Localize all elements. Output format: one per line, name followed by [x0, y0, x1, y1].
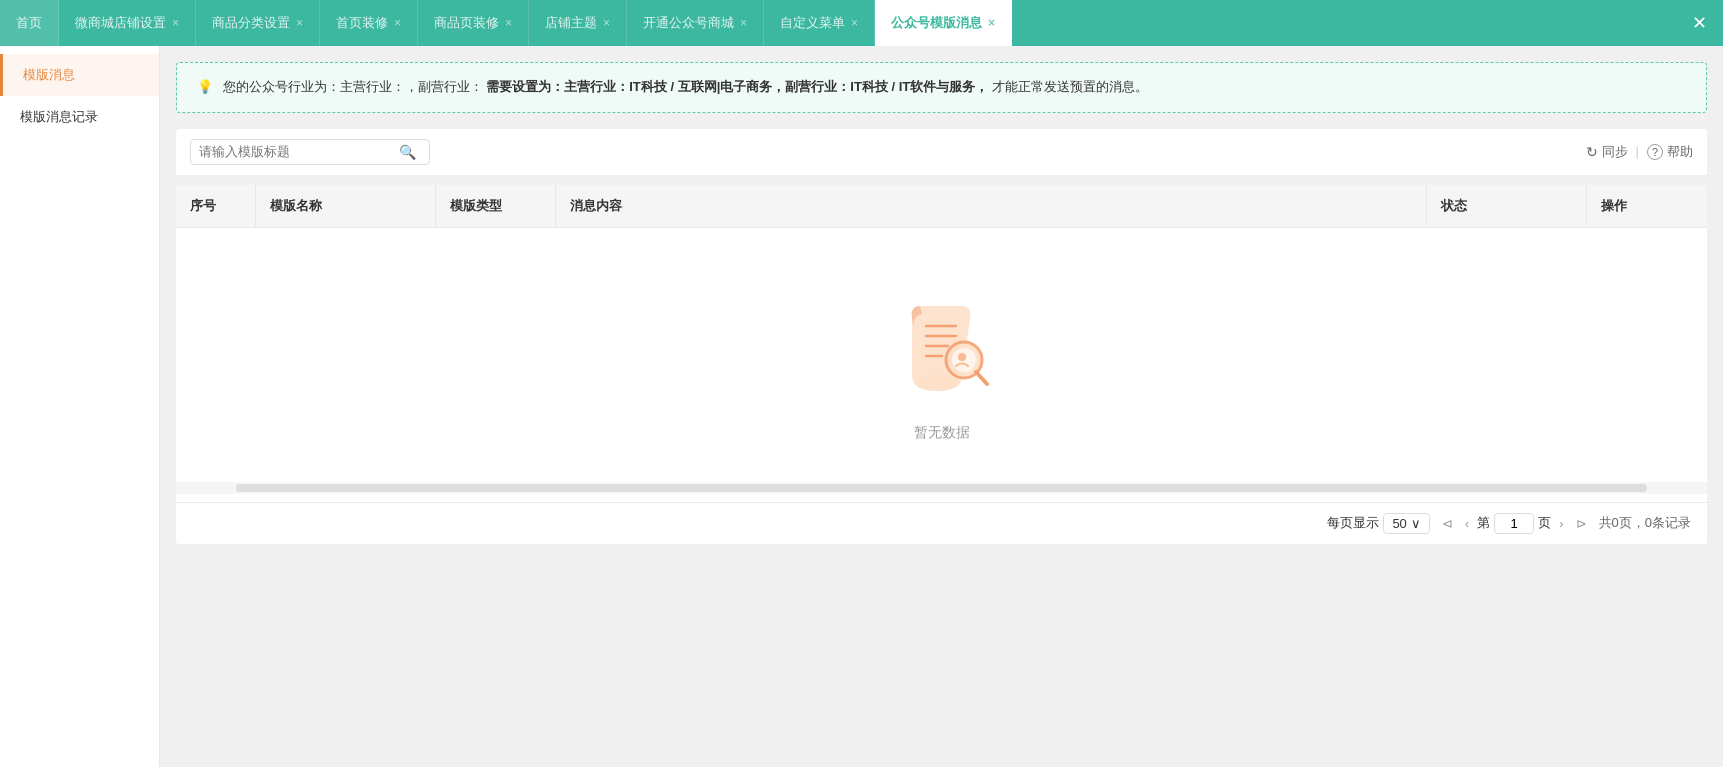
page-next-btn[interactable]: ›: [1555, 514, 1567, 533]
page-unit: 页: [1538, 514, 1551, 532]
close-all-tabs[interactable]: ✕: [1676, 0, 1723, 46]
col-type: 模版类型: [436, 185, 556, 227]
empty-state: 暂无数据: [176, 228, 1707, 482]
close-tab-template-msg[interactable]: ×: [988, 16, 995, 30]
empty-illustration: [882, 288, 1002, 408]
pagination: 每页显示 50 ∨ ⊲ ‹ 第 页 › ⊳ 共0页，0条记录: [176, 502, 1707, 544]
col-index: 序号: [176, 185, 256, 227]
tab-homepage[interactable]: 首页装修 ×: [320, 0, 418, 46]
scrollbar-area[interactable]: [176, 482, 1707, 494]
tab-custom-menu[interactable]: 自定义菜单 ×: [764, 0, 875, 46]
page-label: 第: [1477, 514, 1490, 532]
page-size-value: 50: [1392, 516, 1406, 531]
tab-bar: 首页 微商城店铺设置 × 商品分类设置 × 首页装修 × 商品页装修 × 店铺主…: [0, 0, 1723, 46]
page-prev-btn[interactable]: ‹: [1461, 514, 1473, 533]
search-input[interactable]: [199, 144, 399, 159]
table-header: 序号 模版名称 模版类型 消息内容 状态 操作: [176, 185, 1707, 228]
close-tab-wechat-mall[interactable]: ×: [740, 16, 747, 30]
close-tab-category[interactable]: ×: [296, 16, 303, 30]
content-area: 💡 您的公众号行业为：主营行业：，副营行业： 需要设置为：主营行业：IT科技 /…: [160, 46, 1723, 767]
scrollbar-track[interactable]: [236, 484, 1647, 492]
search-icon[interactable]: 🔍: [399, 144, 416, 160]
col-action: 操作: [1587, 185, 1707, 227]
svg-line-7: [976, 372, 987, 384]
page-last-btn[interactable]: ⊳: [1572, 514, 1591, 533]
col-status: 状态: [1427, 185, 1587, 227]
page-size-box[interactable]: 50 ∨: [1383, 513, 1429, 534]
sidebar-item-template-msg[interactable]: 模版消息: [0, 54, 159, 96]
tab-home[interactable]: 首页: [0, 0, 59, 46]
toolbar-divider: |: [1636, 144, 1639, 159]
notice-suffix: 才能正常发送预置的消息。: [992, 79, 1148, 94]
col-content: 消息内容: [556, 185, 1427, 227]
page-size-label: 每页显示: [1327, 514, 1379, 532]
page-input[interactable]: [1494, 513, 1534, 534]
page-size-select: 每页显示 50 ∨: [1327, 513, 1429, 534]
help-icon: ?: [1647, 144, 1663, 160]
tab-category[interactable]: 商品分类设置 ×: [196, 0, 320, 46]
notice-banner: 💡 您的公众号行业为：主营行业：，副营行业： 需要设置为：主营行业：IT科技 /…: [176, 62, 1707, 113]
page-size-chevron: ∨: [1411, 516, 1421, 531]
empty-text: 暂无数据: [914, 424, 970, 442]
sidebar-item-template-record[interactable]: 模版消息记录: [0, 96, 159, 138]
toolbar-right: ↻ 同步 | ? 帮助: [1586, 143, 1693, 161]
toolbar: 🔍 ↻ 同步 | ? 帮助: [176, 129, 1707, 175]
page-first-btn[interactable]: ⊲: [1438, 514, 1457, 533]
tab-weshop[interactable]: 微商城店铺设置 ×: [59, 0, 196, 46]
tab-theme[interactable]: 店铺主题 ×: [529, 0, 627, 46]
help-button[interactable]: ? 帮助: [1647, 143, 1693, 161]
notice-highlight: 需要设置为：主营行业：IT科技 / 互联网|电子商务，副营行业：IT科技 / I…: [486, 79, 988, 94]
table-container: 序号 模版名称 模版类型 消息内容 状态 操作: [176, 185, 1707, 544]
sync-icon: ↻: [1586, 144, 1598, 160]
close-tab-custom-menu[interactable]: ×: [851, 16, 858, 30]
search-box[interactable]: 🔍: [190, 139, 430, 165]
close-tab-productpage[interactable]: ×: [505, 16, 512, 30]
sync-button[interactable]: ↻ 同步: [1586, 143, 1628, 161]
tab-template-msg[interactable]: 公众号模版消息 ×: [875, 0, 1012, 46]
main-layout: 模版消息 模版消息记录 💡 您的公众号行业为：主营行业：，副营行业： 需要设置为…: [0, 46, 1723, 767]
page-nav: ⊲ ‹ 第 页 › ⊳: [1438, 513, 1591, 534]
sidebar: 模版消息 模版消息记录: [0, 46, 160, 767]
col-name: 模版名称: [256, 185, 436, 227]
close-tab-theme[interactable]: ×: [603, 16, 610, 30]
notice-prefix: 您的公众号行业为：主营行业：，副营行业：: [223, 79, 483, 94]
svg-point-8: [958, 353, 966, 361]
close-tab-weshop[interactable]: ×: [172, 16, 179, 30]
tab-productpage[interactable]: 商品页装修 ×: [418, 0, 529, 46]
close-tab-homepage[interactable]: ×: [394, 16, 401, 30]
notice-icon: 💡: [197, 79, 213, 94]
tab-wechat-mall[interactable]: 开通公众号商城 ×: [627, 0, 764, 46]
total-info: 共0页，0条记录: [1599, 514, 1691, 532]
